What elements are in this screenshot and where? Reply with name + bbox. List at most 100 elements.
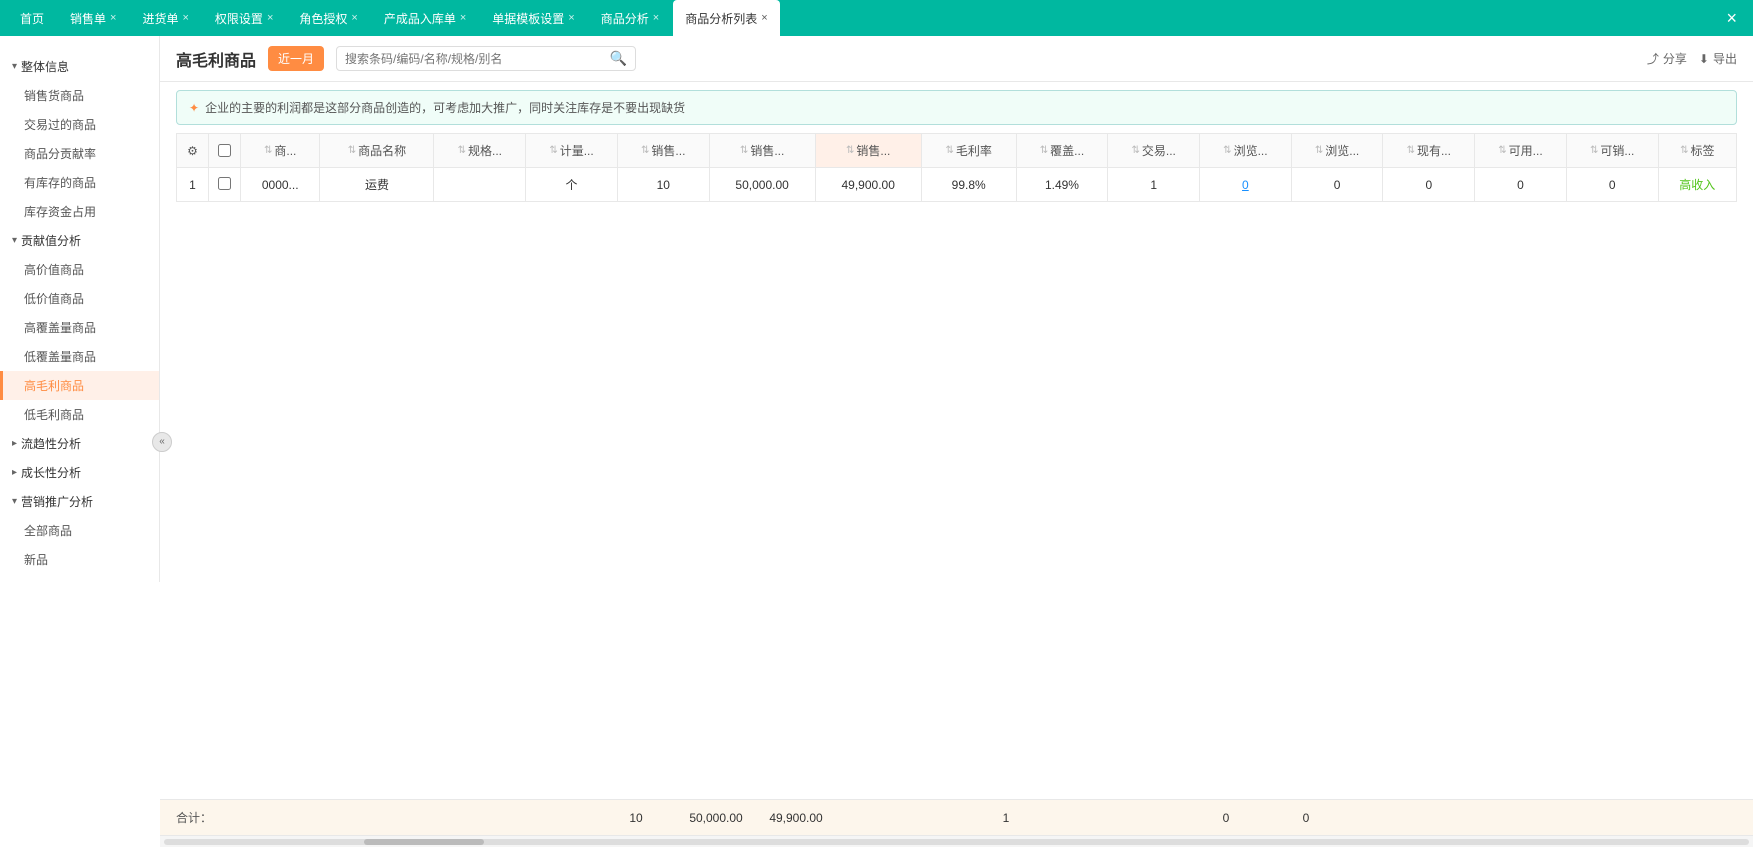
col-spec[interactable]: ⇅规格... (434, 134, 526, 168)
sidebar-item-low-margin[interactable]: 低毛利商品 (0, 400, 159, 429)
cell-browse2: 0 (1291, 168, 1383, 202)
nav-permission-close[interactable]: × (267, 12, 273, 24)
nav-analysis-list[interactable]: 商品分析列表 × (673, 0, 779, 36)
nav-permission[interactable]: 权限设置 × (203, 0, 285, 36)
sidebar-item-high-value[interactable]: 高价值商品 (0, 255, 159, 284)
col-current[interactable]: ⇅现有... (1383, 134, 1475, 168)
sidebar-item-low-value[interactable]: 低价值商品 (0, 284, 159, 313)
nav-role-close[interactable]: × (351, 12, 357, 24)
col-unit[interactable]: ⇅计量... (526, 134, 618, 168)
nav-home[interactable]: 首页 (8, 0, 56, 36)
sidebar-item-low-coverage[interactable]: 低覆盖量商品 (0, 342, 159, 371)
table-wrapper: ⚙ ⇅商... ⇅商品名称 ⇅规格... (160, 133, 1753, 799)
nav-template-label: 单据模板设置 (492, 10, 564, 27)
nav-purchase[interactable]: 进货单 × (130, 0, 200, 36)
row-checkbox[interactable] (218, 177, 231, 190)
nav-product-in-label: 产成品入库单 (384, 10, 456, 27)
sidebar-group-contribution[interactable]: ▾ 贡献值分析 (0, 226, 159, 255)
sidebar-item-stock-capital[interactable]: 库存资金占用 (0, 197, 159, 226)
nav-analysis-close[interactable]: × (653, 12, 659, 24)
cell-code: 0000... (241, 168, 320, 202)
scrollbar-track[interactable] (164, 839, 1749, 845)
col-checkbox[interactable] (209, 134, 241, 168)
sidebar-group-trend[interactable]: ▸ 流趋性分析 (0, 429, 159, 458)
sidebar-group-growth-label: 成长性分析 (21, 464, 81, 481)
cell-available: 0 (1475, 168, 1567, 202)
sort-icon: ⇅ (458, 145, 466, 156)
sidebar-item-contribution[interactable]: 商品分贡献率 (0, 139, 159, 168)
search-box[interactable]: 🔍 (336, 46, 636, 71)
col-sales-qty[interactable]: ⇅销售... (617, 134, 709, 168)
sidebar-group-marketing[interactable]: ▾ 营销推广分析 (0, 487, 159, 516)
page-title: 高毛利商品 (176, 47, 256, 71)
horizontal-scrollbar[interactable] (160, 835, 1753, 847)
sort-icon: ⇅ (1315, 145, 1323, 156)
cell-coverage: 1.49% (1016, 168, 1108, 202)
col-browse2[interactable]: ⇅浏览... (1291, 134, 1383, 168)
sidebar-item-stock-goods[interactable]: 有库存的商品 (0, 168, 159, 197)
sidebar-item-all-goods[interactable]: 全部商品 (0, 516, 159, 545)
sort-icon: ⇅ (1680, 145, 1688, 156)
nav-permission-label: 权限设置 (215, 10, 263, 27)
footer-sales-amount: 50,000.00 (676, 811, 756, 825)
col-coverage[interactable]: ⇅覆盖... (1016, 134, 1108, 168)
nav-product-in-close[interactable]: × (460, 12, 466, 24)
share-icon: ⤴ (1647, 50, 1659, 67)
col-browse1[interactable]: ⇅浏览... (1200, 134, 1292, 168)
export-icon: ⬇ (1699, 52, 1709, 66)
nav-analysis-list-close[interactable]: × (761, 12, 767, 24)
sort-icon: ⇅ (945, 145, 953, 156)
search-icon[interactable]: 🔍 (610, 50, 627, 67)
filter-recent-month-button[interactable]: 近一月 (268, 46, 324, 71)
nav-analysis[interactable]: 商品分析 × (589, 0, 671, 36)
cell-browse1[interactable]: 0 (1200, 168, 1292, 202)
col-sellable[interactable]: ⇅可销... (1566, 134, 1658, 168)
col-margin-rate[interactable]: ⇅毛利率 (921, 134, 1016, 168)
share-button[interactable]: ⤴ 分享 (1647, 50, 1687, 67)
nav-sales[interactable]: 销售单 × (58, 0, 128, 36)
select-all-checkbox[interactable] (218, 144, 231, 157)
sidebar-group-overall[interactable]: ▾ 整体信息 (0, 52, 159, 81)
cell-current: 0 (1383, 168, 1475, 202)
sort-icon: ⇅ (846, 145, 854, 156)
sidebar-item-high-margin[interactable]: 高毛利商品 (0, 371, 159, 400)
nav-sales-close[interactable]: × (110, 12, 116, 24)
nav-role[interactable]: 角色授权 × (287, 0, 369, 36)
cell-sellable: 0 (1566, 168, 1658, 202)
nav-template-close[interactable]: × (568, 12, 574, 24)
cell-index: 1 (177, 168, 209, 202)
col-available[interactable]: ⇅可用... (1475, 134, 1567, 168)
col-settings[interactable]: ⚙ (177, 134, 209, 168)
col-name[interactable]: ⇅商品名称 (320, 134, 434, 168)
search-input[interactable] (345, 52, 604, 66)
sidebar-group-contribution-label: 贡献值分析 (21, 232, 81, 249)
col-transaction[interactable]: ⇅交易... (1108, 134, 1200, 168)
nav-analysis-label: 商品分析 (601, 10, 649, 27)
table-row: 1 0000... 运费 个 10 50,000.00 49,900.00 99… (177, 168, 1737, 202)
nav-purchase-close[interactable]: × (182, 12, 188, 24)
export-button[interactable]: ⬇ 导出 (1699, 50, 1737, 67)
sidebar-item-high-coverage[interactable]: 高覆盖量商品 (0, 313, 159, 342)
sidebar-item-sales-goods[interactable]: 销售货商品 (0, 81, 159, 110)
col-sales-amount[interactable]: ⇅销售... (709, 134, 815, 168)
footer-transaction: 1 (966, 811, 1046, 825)
sidebar-group-growth[interactable]: ▸ 成长性分析 (0, 458, 159, 487)
chevron-right-icon: ▸ (12, 438, 17, 449)
sort-icon: ⇅ (348, 145, 356, 156)
col-tag[interactable]: ⇅标签 (1658, 134, 1736, 168)
sidebar-wrapper: « ▾ 整体信息 销售货商品 交易过的商品 商品分贡献率 有库存的商品 库存资金… (0, 36, 160, 847)
sort-icon: ⇅ (1223, 145, 1231, 156)
scrollbar-thumb[interactable] (364, 839, 484, 845)
tip-text: 企业的主要的利润都是这部分商品创造的，可考虑加大推广，同时关注库存是不要出现缺货 (205, 99, 685, 116)
sort-icon: ⇅ (740, 145, 748, 156)
nav-product-in[interactable]: 产成品入库单 × (372, 0, 478, 36)
sidebar-item-traded-goods[interactable]: 交易过的商品 (0, 110, 159, 139)
cell-checkbox[interactable] (209, 168, 241, 202)
col-code[interactable]: ⇅商... (241, 134, 320, 168)
window-close-button[interactable]: × (1718, 8, 1745, 29)
sidebar-item-new-goods[interactable]: 新品 (0, 545, 159, 574)
sort-icon: ⇅ (1590, 145, 1598, 156)
col-sales-profit[interactable]: ⇅销售... (815, 134, 921, 168)
sort-icon: ⇅ (264, 145, 272, 156)
nav-template[interactable]: 单据模板设置 × (480, 0, 586, 36)
